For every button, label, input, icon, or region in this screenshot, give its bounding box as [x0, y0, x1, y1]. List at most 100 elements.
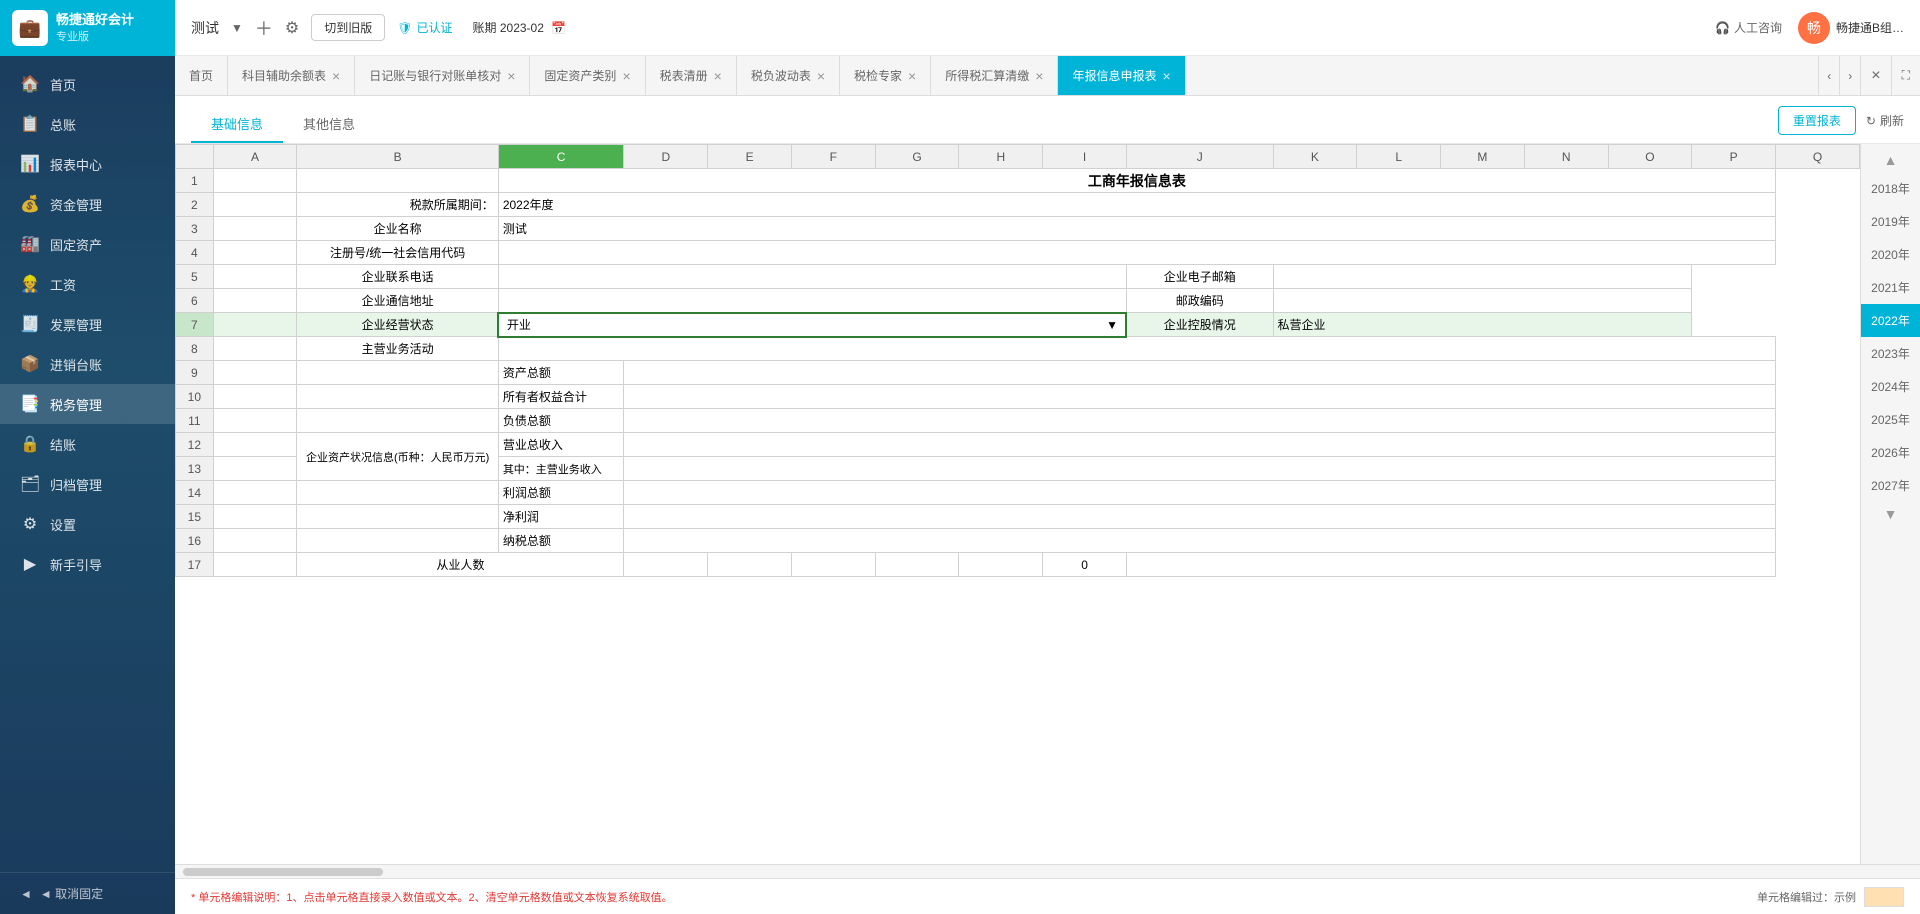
tab-aux[interactable]: 科目辅助余额表 ×	[228, 56, 355, 96]
cell-8b[interactable]: 主营业务活动	[297, 337, 498, 361]
cell-17i[interactable]: 0	[1043, 553, 1127, 577]
cell-8c[interactable]	[498, 337, 1775, 361]
sidebar-item-capital[interactable]: 💰 资金管理	[0, 184, 175, 224]
cell-14c[interactable]: 利润总额	[498, 481, 624, 505]
cell-6a[interactable]	[213, 289, 297, 313]
tab-taxlist[interactable]: 税表清册 ×	[646, 56, 737, 96]
col-f-header[interactable]: F	[791, 145, 875, 169]
col-k-header[interactable]: K	[1273, 145, 1357, 169]
cell-3c[interactable]: 测试	[498, 217, 1775, 241]
year-item-2022[interactable]: 2022年	[1861, 304, 1920, 337]
cell-7j[interactable]: 企业控股情况	[1126, 313, 1273, 337]
cell-17j[interactable]	[1126, 553, 1775, 577]
cell-10d[interactable]	[624, 385, 1776, 409]
cell-6b[interactable]: 企业通信地址	[297, 289, 498, 313]
tab-close-icon[interactable]: ×	[714, 68, 722, 84]
cell-10b[interactable]	[297, 385, 498, 409]
tab-yearreport[interactable]: 年报信息申报表 ×	[1058, 56, 1185, 96]
cell-10a[interactable]	[213, 385, 297, 409]
cell-15b[interactable]	[297, 505, 498, 529]
year-item-2027[interactable]: 2027年	[1861, 469, 1920, 502]
sidebar-item-wages[interactable]: 👷 工资	[0, 264, 175, 304]
cell-13c[interactable]: 其中：主营业务收入	[498, 457, 624, 481]
cell-title[interactable]: 工商年报信息表	[498, 169, 1775, 193]
dropdown-container[interactable]: 开业 ▼	[503, 316, 1122, 333]
company-dropdown[interactable]: ▼	[231, 21, 243, 35]
cell-13d[interactable]	[624, 457, 1776, 481]
tab-close-icon[interactable]: ×	[908, 68, 916, 84]
col-p-header[interactable]: P	[1692, 145, 1776, 169]
year-item-2021[interactable]: 2021年	[1861, 271, 1920, 304]
h-scroll-thumb[interactable]	[183, 868, 383, 876]
cell-12d[interactable]	[624, 433, 1776, 457]
cell-4b[interactable]: 注册号/统一社会信用代码	[297, 241, 498, 265]
year-item-2020[interactable]: 2020年	[1861, 238, 1920, 271]
col-o-header[interactable]: O	[1608, 145, 1692, 169]
cell-17f[interactable]	[791, 553, 875, 577]
cell-14a[interactable]	[213, 481, 297, 505]
add-company-btn[interactable]: ＋	[255, 15, 273, 41]
year-scroll-up-btn[interactable]: ▲	[1880, 148, 1902, 172]
spreadsheet-container[interactable]: A B C D E F G H I J K L M N O	[175, 144, 1860, 864]
cell-9b[interactable]	[297, 361, 498, 385]
cell-5k[interactable]	[1273, 265, 1692, 289]
cell-12c[interactable]: 营业总收入	[498, 433, 624, 457]
cell-5j[interactable]: 企业电子邮箱	[1126, 265, 1273, 289]
cell-17e[interactable]	[708, 553, 792, 577]
sidebar-item-settings[interactable]: ⚙ 设置	[0, 504, 175, 544]
cell-7k[interactable]: 私营企业	[1273, 313, 1692, 337]
cell-15a[interactable]	[213, 505, 297, 529]
cell-6k[interactable]	[1273, 289, 1692, 313]
col-e-header[interactable]: E	[708, 145, 792, 169]
cell-10c[interactable]: 所有者权益合计	[498, 385, 624, 409]
cell-5b[interactable]: 企业联系电话	[297, 265, 498, 289]
sidebar-item-assets[interactable]: 🏭 固定资产	[0, 224, 175, 264]
cell-17b[interactable]: 从业人数	[297, 553, 624, 577]
refresh-button[interactable]: ↻ 刷新	[1866, 112, 1904, 129]
cell-11a[interactable]	[213, 409, 297, 433]
cell-15d[interactable]	[624, 505, 1776, 529]
cell-4c[interactable]	[498, 241, 1775, 265]
col-l-header[interactable]: L	[1357, 145, 1441, 169]
dropdown-arrow-icon[interactable]: ▼	[1106, 318, 1118, 332]
col-g-header[interactable]: G	[875, 145, 959, 169]
cell-17h[interactable]	[959, 553, 1043, 577]
calendar-icon[interactable]: 📅	[551, 21, 566, 35]
cell-2a[interactable]	[213, 193, 297, 217]
cell-14b[interactable]	[297, 481, 498, 505]
col-j-header[interactable]: J	[1126, 145, 1273, 169]
cell-16c[interactable]: 纳税总额	[498, 529, 624, 553]
year-scroll-down-btn[interactable]: ▼	[1880, 502, 1902, 526]
tab-close-icon[interactable]: ×	[332, 68, 340, 84]
settings-btn[interactable]: ⚙	[285, 18, 299, 38]
reset-report-button[interactable]: 重置报表	[1778, 106, 1856, 135]
tab-taxcheck[interactable]: 税检专家 ×	[840, 56, 931, 96]
tab-home[interactable]: 首页	[175, 56, 228, 96]
col-m-header[interactable]: M	[1441, 145, 1525, 169]
cell-11b[interactable]	[297, 409, 498, 433]
year-item-2024[interactable]: 2024年	[1861, 370, 1920, 403]
year-item-2026[interactable]: 2026年	[1861, 436, 1920, 469]
tab-close-icon[interactable]: ×	[507, 68, 515, 84]
sidebar-item-guide[interactable]: ▶ 新手引导	[0, 544, 175, 584]
tab-close-icon[interactable]: ×	[817, 68, 825, 84]
cell-16d[interactable]	[624, 529, 1776, 553]
col-i-header[interactable]: I	[1043, 145, 1127, 169]
col-h-header[interactable]: H	[959, 145, 1043, 169]
cell-12a[interactable]	[213, 433, 297, 457]
cell-2b[interactable]: 税款所属期间：	[297, 193, 498, 217]
cell-5c[interactable]	[498, 265, 1126, 289]
sidebar-item-reports[interactable]: 📊 报表中心	[0, 144, 175, 184]
cell-9a[interactable]	[213, 361, 297, 385]
col-n-header[interactable]: N	[1524, 145, 1608, 169]
tabs-expand-btn[interactable]: ⛶	[1891, 56, 1920, 96]
service-button[interactable]: 🎧 人工咨询	[1715, 19, 1782, 36]
col-d-header[interactable]: D	[624, 145, 708, 169]
sidebar-item-purchase[interactable]: 📦 进销台账	[0, 344, 175, 384]
sidebar-item-home[interactable]: 🏠 首页	[0, 64, 175, 104]
sidebar-item-close[interactable]: 🔒 结账	[0, 424, 175, 464]
cell-1a[interactable]	[213, 169, 297, 193]
year-item-2018[interactable]: 2018年	[1861, 172, 1920, 205]
cell-7b[interactable]: 企业经营状态	[297, 313, 498, 337]
user-menu[interactable]: 畅 畅捷通B组…	[1798, 12, 1904, 44]
